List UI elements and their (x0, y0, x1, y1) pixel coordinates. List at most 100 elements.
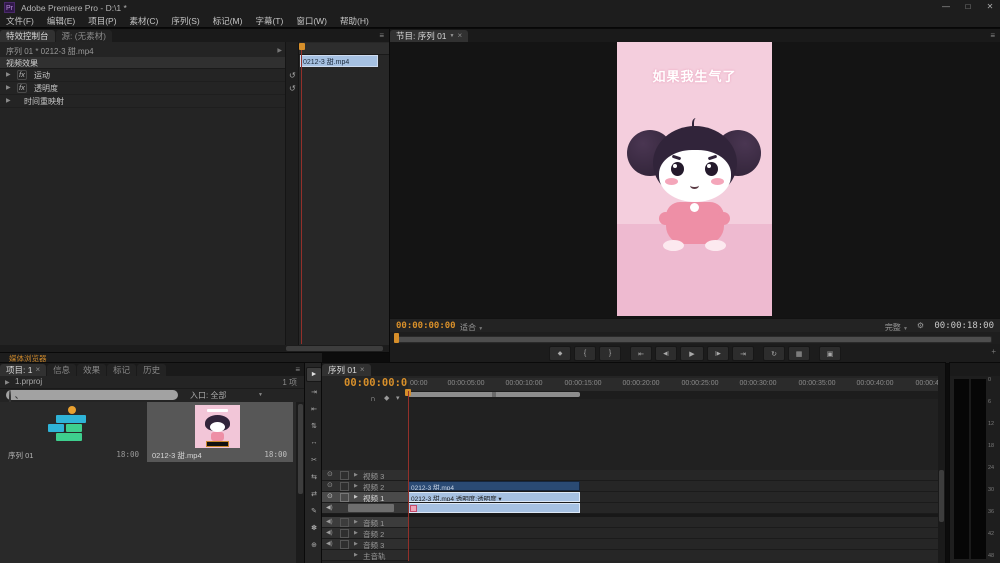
track-select-tool[interactable]: ⇥ (306, 384, 322, 399)
ec-row-time-remapping[interactable]: ▶ 时间重映射 (0, 94, 285, 108)
track-audio-1b-header[interactable]: ◀) ▶ 音频 1 (322, 517, 408, 528)
disclosure-icon[interactable]: ▶ (354, 541, 358, 547)
tab-effect-controls[interactable]: 特效控制台 (0, 30, 55, 42)
mark-out-button[interactable]: } (599, 346, 621, 361)
project-item-clip[interactable]: 0212-3 甜.mp4 18:00 (147, 402, 293, 462)
step-forward-button[interactable]: |▶ (707, 346, 729, 361)
disclosure-icon[interactable]: ▶ (6, 97, 11, 104)
search-input[interactable] (6, 390, 178, 400)
project-item-sequence[interactable]: 序列 01 18:00 (2, 402, 147, 462)
hand-tool[interactable]: ✽ (306, 520, 322, 535)
zoom-tool[interactable]: ⊕ (306, 537, 322, 552)
tab-effects[interactable]: 效果 (77, 364, 106, 376)
tab-markers[interactable]: 标记 (107, 364, 136, 376)
disclosure-icon[interactable]: ▶ (6, 71, 11, 78)
panel-menu-icon[interactable]: ≡ (379, 31, 384, 40)
ec-horizontal-scrollbar[interactable] (0, 345, 389, 352)
chevron-down-icon[interactable]: ▼ (450, 30, 455, 42)
track-video-3-header[interactable]: ⊙ ▶ 视频 3 (322, 470, 408, 481)
tab-source-monitor[interactable]: 源: (无素材) (56, 30, 112, 42)
track-video-2-content[interactable]: 0212-3 甜.mp4 (408, 481, 938, 492)
slip-tool[interactable]: ⇆ (306, 469, 322, 484)
track-output-toggle-icon[interactable]: ⊙ (327, 470, 333, 478)
track-video-1-header[interactable]: ⊙ ▶ 视频 1 (322, 492, 408, 503)
menu-help[interactable]: 帮助(H) (340, 15, 369, 27)
track-lock-toggle[interactable] (340, 493, 349, 502)
program-timecode[interactable]: 00:00:00:00 (396, 321, 456, 331)
razor-tool[interactable]: ✂ (306, 452, 322, 467)
minimize-button[interactable]: — (938, 2, 954, 11)
track-mute-toggle-icon[interactable]: ◀) (326, 504, 333, 511)
track-lock-toggle[interactable] (340, 482, 349, 491)
menu-project[interactable]: 项目(P) (88, 15, 116, 27)
track-master-content[interactable] (408, 550, 938, 561)
filter-dropdown[interactable]: 入口: 全部 (190, 390, 226, 401)
menu-window[interactable]: 窗口(W) (296, 15, 327, 27)
close-icon[interactable]: × (35, 364, 40, 376)
disclosure-icon[interactable]: ▶ (354, 472, 358, 478)
track-master-header[interactable]: ▶ 主音轨 (322, 550, 408, 561)
play-button[interactable]: ▶ (680, 346, 704, 361)
panel-menu-icon[interactable]: ≡ (990, 31, 995, 40)
add-marker-button[interactable]: ◆ (549, 346, 571, 361)
disclosure-icon[interactable]: ▶ (354, 552, 358, 558)
rolling-edit-tool[interactable]: ⇅ (306, 418, 322, 433)
sequence-marker-icon[interactable]: ◆ (384, 394, 389, 402)
selection-tool[interactable]: ► (306, 367, 322, 382)
clip-video-2[interactable]: 0212-3 甜.mp4 (408, 481, 580, 491)
track-audio-2-header[interactable]: ◀) ▶ 音频 2 (322, 528, 408, 539)
track-lock-toggle[interactable] (340, 540, 349, 549)
track-video-2-header[interactable]: ⊙ ▶ 视频 2 (322, 481, 408, 492)
panel-menu-icon[interactable]: ≡ (295, 365, 300, 374)
timeline-vertical-scrollbar[interactable] (938, 376, 945, 563)
track-lock-toggle[interactable] (340, 518, 349, 527)
menu-title[interactable]: 字幕(T) (255, 15, 283, 27)
track-name-field[interactable] (348, 504, 394, 512)
slide-tool[interactable]: ⇄ (306, 486, 322, 501)
track-audio-3-header[interactable]: ◀) ▶ 音频 3 (322, 539, 408, 550)
pen-tool[interactable]: ✎ (306, 503, 322, 518)
ec-timeline-toggle-icon[interactable]: ▶ (277, 47, 282, 54)
disclosure-icon[interactable]: ▶ (354, 519, 358, 525)
track-audio-1-content[interactable] (408, 503, 938, 514)
reset-icon[interactable]: ↺ (289, 71, 296, 80)
track-output-toggle-icon[interactable]: ⊙ (327, 492, 333, 500)
project-vertical-scrollbar[interactable] (296, 402, 305, 563)
export-frame-button[interactable]: ▣ (819, 346, 841, 361)
track-video-3-content[interactable] (408, 470, 938, 481)
disclosure-icon[interactable]: ▶ (5, 379, 10, 386)
track-mute-toggle-icon[interactable]: ◀) (326, 529, 333, 536)
snap-toggle-icon[interactable]: ∩ (370, 394, 376, 403)
safe-margins-button[interactable]: ▦ (788, 346, 810, 361)
tab-sequence-01[interactable]: 序列 01 × (322, 364, 371, 376)
step-back-button[interactable]: ◀| (655, 346, 677, 361)
panel-resize-plus-icon[interactable]: + (991, 347, 996, 356)
loop-button[interactable]: ↻ (763, 346, 785, 361)
track-output-toggle-icon[interactable]: ⊙ (327, 481, 333, 489)
reset-icon[interactable]: ↺ (289, 84, 296, 93)
disclosure-icon[interactable]: ▶ (354, 494, 358, 500)
maximize-button[interactable]: □ (960, 2, 976, 11)
go-to-in-button[interactable]: ⇤ (630, 346, 652, 361)
ec-mini-ruler[interactable] (299, 43, 389, 55)
tab-info[interactable]: 信息 (47, 364, 76, 376)
menu-marker[interactable]: 标记(M) (213, 15, 243, 27)
timeline-timecode[interactable]: 00:00:00:00 (344, 377, 414, 389)
track-audio-1b-content[interactable] (408, 517, 938, 528)
go-to-out-button[interactable]: ⇥ (732, 346, 754, 361)
scrubber-playhead[interactable] (394, 333, 399, 343)
track-audio-3-content[interactable] (408, 539, 938, 550)
ec-row-opacity[interactable]: ▶ fx 透明度 (0, 81, 285, 95)
menu-file[interactable]: 文件(F) (6, 15, 34, 27)
track-lock-toggle[interactable] (340, 471, 349, 480)
tab-program-monitor[interactable]: 节目: 序列 01 ▼ × (390, 30, 468, 42)
mark-in-button[interactable]: { (574, 346, 596, 361)
settings-wrench-icon[interactable]: ⚙ (917, 321, 924, 330)
program-scrubber[interactable] (390, 332, 1000, 344)
tab-history[interactable]: 历史 (137, 364, 166, 376)
clip-audio-1-selected[interactable] (408, 503, 580, 513)
disclosure-icon[interactable]: ▶ (6, 84, 11, 91)
disclosure-icon[interactable]: ▶ (354, 483, 358, 489)
close-icon[interactable]: × (360, 364, 365, 376)
ec-row-motion[interactable]: ▶ fx 运动 (0, 68, 285, 82)
